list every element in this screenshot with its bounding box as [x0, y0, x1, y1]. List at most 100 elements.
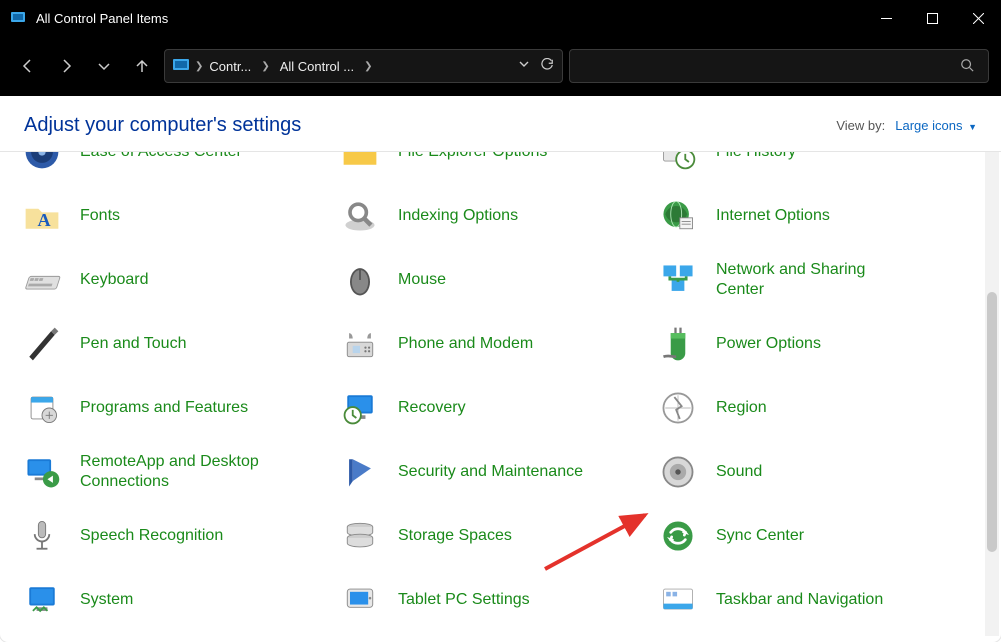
cpl-item-taskbar-and-navigation[interactable]: Taskbar and Navigation — [656, 568, 956, 632]
cpl-item-label: Indexing Options — [398, 206, 518, 226]
recovery-icon — [338, 386, 382, 430]
cpl-item-internet-options[interactable]: Internet Options — [656, 184, 956, 248]
cpl-item-label: Phone and Modem — [398, 334, 533, 354]
svg-text:A: A — [37, 210, 50, 230]
cpl-item-sync-center[interactable]: Sync Center — [656, 504, 956, 568]
page-title: Adjust your computer's settings — [24, 114, 301, 137]
recent-locations-button[interactable] — [88, 50, 120, 82]
cpl-item-label: Ease of Access Center — [80, 152, 242, 162]
pen-icon — [20, 322, 64, 366]
cpl-item-label: Network and Sharing Center — [716, 260, 916, 300]
cpl-item-file-explorer-options[interactable]: File Explorer Options — [338, 152, 638, 184]
keyboard-icon — [20, 258, 64, 302]
cpl-item-label: System — [80, 590, 133, 610]
history-dropdown-button[interactable] — [518, 58, 530, 75]
cpl-item-label: Fonts — [80, 206, 120, 226]
breadcrumb-1: Contr... — [209, 59, 251, 74]
internet-icon — [656, 194, 700, 238]
cpl-item-speech-recognition[interactable]: Speech Recognition — [20, 504, 320, 568]
window-controls — [863, 0, 1001, 36]
remoteapp-icon — [20, 450, 64, 494]
control-panel-crumb-icon — [173, 58, 189, 75]
cpl-item-indexing-options[interactable]: Indexing Options — [338, 184, 638, 248]
cpl-item-mouse[interactable]: Mouse — [338, 248, 638, 312]
speech-icon — [20, 514, 64, 558]
cpl-item-label: RemoteApp and Desktop Connections — [80, 452, 280, 492]
cpl-item-label: Mouse — [398, 270, 446, 290]
cpl-item-fonts[interactable]: A Fonts — [20, 184, 320, 248]
navbar: ❯ Contr... ❯ All Control ... ❯ — [0, 36, 1001, 96]
cpl-item-label: File Explorer Options — [398, 152, 547, 162]
back-button[interactable] — [12, 50, 44, 82]
content-header: Adjust your computer's settings View by:… — [0, 96, 1001, 152]
cpl-item-label: Keyboard — [80, 270, 149, 290]
region-icon — [656, 386, 700, 430]
cpl-item-pen-and-touch[interactable]: Pen and Touch — [20, 312, 320, 376]
cpl-item-label: Region — [716, 398, 767, 418]
scrollbar-thumb[interactable] — [987, 292, 997, 552]
refresh-button[interactable] — [540, 58, 554, 75]
items-grid: Ease of Access Center File Explorer Optio… — [0, 152, 960, 632]
folder-icon — [338, 152, 382, 174]
breadcrumb-2: All Control ... — [280, 59, 354, 74]
cpl-item-region[interactable]: Region — [656, 376, 956, 440]
cpl-item-label: Internet Options — [716, 206, 830, 226]
chevron-right-icon: ❯ — [195, 61, 203, 72]
maximize-button[interactable] — [909, 0, 955, 36]
cpl-item-system[interactable]: System — [20, 568, 320, 632]
programs-icon — [20, 386, 64, 430]
ease-of-access-icon — [20, 152, 64, 174]
cpl-item-ease-of-access-center[interactable]: Ease of Access Center — [20, 152, 320, 184]
items-viewport: Ease of Access Center File Explorer Optio… — [0, 152, 1001, 640]
cpl-item-storage-spaces[interactable]: Storage Spaces — [338, 504, 638, 568]
view-by-dropdown[interactable]: Large icons ▼ — [895, 118, 977, 133]
cpl-item-label: Pen and Touch — [80, 334, 186, 354]
file-history-icon — [656, 152, 700, 174]
view-by-label: View by: — [836, 118, 885, 133]
address-bar[interactable]: ❯ Contr... ❯ All Control ... ❯ — [164, 49, 563, 83]
power-icon — [656, 322, 700, 366]
cpl-item-file-history[interactable]: File History — [656, 152, 956, 184]
fonts-icon: A — [20, 194, 64, 238]
cpl-item-network-and-sharing-center[interactable]: Network and Sharing Center — [656, 248, 956, 312]
up-button[interactable] — [126, 50, 158, 82]
cpl-item-programs-and-features[interactable]: Programs and Features — [20, 376, 320, 440]
storage-icon — [338, 514, 382, 558]
cpl-item-label: Power Options — [716, 334, 821, 354]
chevron-right-icon: ❯ — [261, 61, 269, 72]
search-input[interactable] — [569, 49, 989, 83]
cpl-item-security-and-maintenance[interactable]: Security and Maintenance — [338, 440, 638, 504]
control-panel-app-icon — [10, 10, 26, 26]
network-icon — [656, 258, 700, 302]
view-by: View by: Large icons ▼ — [836, 118, 977, 133]
system-icon — [20, 578, 64, 622]
cpl-item-power-options[interactable]: Power Options — [656, 312, 956, 376]
cpl-item-recovery[interactable]: Recovery — [338, 376, 638, 440]
minimize-button[interactable] — [863, 0, 909, 36]
search-icon — [960, 58, 974, 75]
window-title: All Control Panel Items — [36, 11, 863, 26]
cpl-item-label: Tablet PC Settings — [398, 590, 530, 610]
breadcrumb[interactable]: Contr... ❯ All Control ... ❯ — [209, 59, 372, 74]
cpl-item-keyboard[interactable]: Keyboard — [20, 248, 320, 312]
vertical-scrollbar[interactable] — [985, 152, 999, 636]
indexing-icon — [338, 194, 382, 238]
cpl-item-remoteapp-and-desktop-connections[interactable]: RemoteApp and Desktop Connections — [20, 440, 320, 504]
cpl-item-label: Taskbar and Navigation — [716, 590, 883, 610]
cpl-item-phone-and-modem[interactable]: Phone and Modem — [338, 312, 638, 376]
cpl-item-label: Storage Spaces — [398, 526, 512, 546]
view-by-value: Large icons — [895, 118, 962, 133]
cpl-item-sound[interactable]: Sound — [656, 440, 956, 504]
cpl-item-tablet-pc-settings[interactable]: Tablet PC Settings — [338, 568, 638, 632]
mouse-icon — [338, 258, 382, 302]
close-button[interactable] — [955, 0, 1001, 36]
sound-icon — [656, 450, 700, 494]
cpl-item-label: Recovery — [398, 398, 466, 418]
forward-button[interactable] — [50, 50, 82, 82]
cpl-item-label: Speech Recognition — [80, 526, 223, 546]
titlebar: All Control Panel Items — [0, 0, 1001, 36]
cpl-item-label: Sync Center — [716, 526, 804, 546]
sync-icon — [656, 514, 700, 558]
cpl-item-label: Programs and Features — [80, 398, 248, 418]
tablet-icon — [338, 578, 382, 622]
